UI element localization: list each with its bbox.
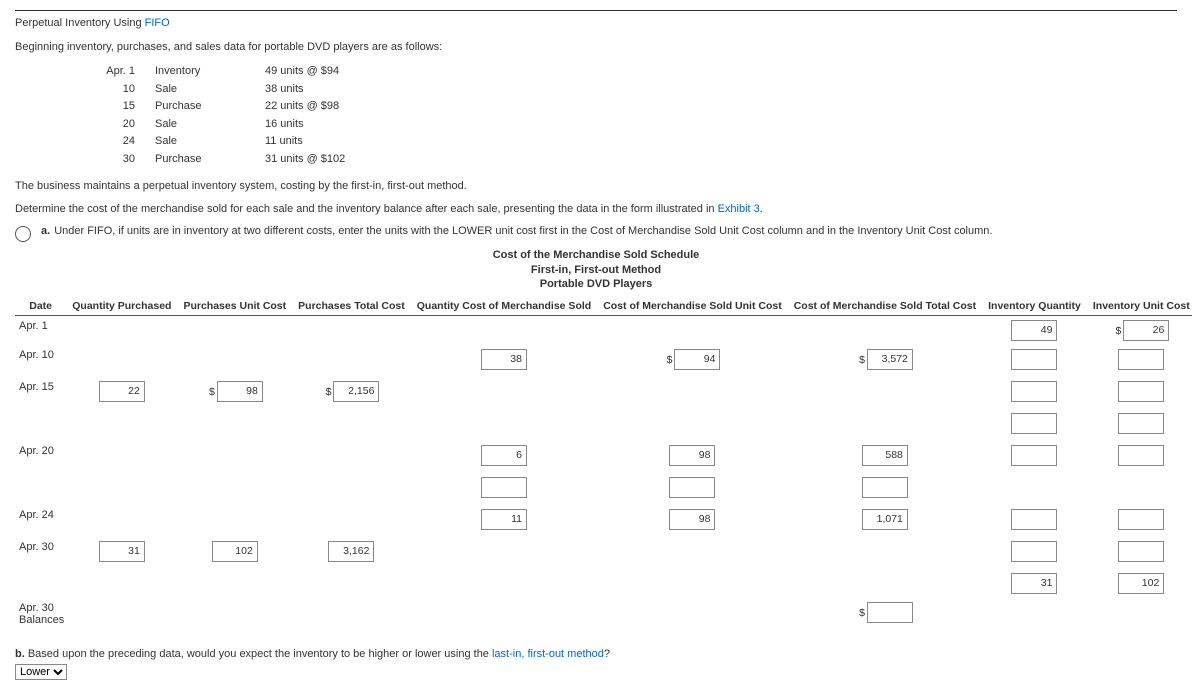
table-row: Apr. 30 Balances $ $ [15, 598, 1192, 630]
inv-uc-input[interactable]: 26 [1123, 320, 1169, 341]
check-circle-icon [15, 226, 31, 242]
inv-qty-input[interactable] [1011, 381, 1057, 402]
qp-input[interactable]: 31 [99, 541, 145, 562]
paragraph-2: Determine the cost of the merchandise so… [15, 202, 1177, 217]
lifo-link: last-in, first-out method [492, 648, 604, 660]
page-title: Perpetual Inventory Using FIFO [15, 17, 1177, 29]
table-row [15, 409, 1192, 441]
cms-tc-input[interactable]: 588 [862, 445, 908, 466]
inv-qty-input[interactable] [1011, 349, 1057, 370]
inv-qty-input[interactable] [1011, 413, 1057, 434]
inv-uc-input[interactable] [1118, 541, 1164, 562]
inv-uc-input[interactable] [1118, 413, 1164, 434]
table-row: 31 102 3,162 [15, 569, 1192, 598]
qcms-input[interactable] [481, 477, 527, 498]
cms-uc-input[interactable]: 98 [669, 445, 715, 466]
inv-uc-input[interactable] [1118, 509, 1164, 530]
table-row: Apr. 30 31 102 3,162 [15, 537, 1192, 569]
inv-uc-input[interactable] [1118, 381, 1164, 402]
given-data-table: Apr. 1Inventory49 units @ $94 10Sale38 u… [95, 63, 1177, 169]
table-row: Apr. 10 38 $94 $3,572 [15, 345, 1192, 377]
table-row: Apr. 15 22 $98 $2,156 [15, 377, 1192, 409]
inv-qty-input[interactable]: 49 [1011, 320, 1057, 341]
part-b: b. Based upon the preceding data, would … [15, 648, 1177, 680]
cms-uc-input[interactable] [669, 477, 715, 498]
cms-uc-input[interactable]: 94 [674, 349, 720, 370]
table-row [15, 473, 1192, 505]
p-tc-input[interactable]: 3,162 [328, 541, 374, 562]
inv-uc-input[interactable] [1118, 349, 1164, 370]
qcms-input[interactable]: 6 [481, 445, 527, 466]
inv-qty-input[interactable] [1011, 541, 1057, 562]
inv-qty-input[interactable]: 31 [1011, 573, 1057, 594]
intro-text: Beginning inventory, purchases, and sale… [15, 41, 1177, 53]
schedule-heading: Cost of the Merchandise Sold Schedule Fi… [15, 248, 1177, 291]
inv-uc-input[interactable]: 102 [1118, 573, 1164, 594]
inv-qty-input[interactable] [1011, 445, 1057, 466]
inv-uc-input[interactable] [1118, 445, 1164, 466]
exhibit-link[interactable]: Exhibit 3 [718, 203, 760, 215]
table-row: Apr. 1 49 $26 $1,274 [15, 316, 1192, 346]
paragraph-1: The business maintains a perpetual inven… [15, 179, 1177, 194]
qcms-input[interactable]: 11 [481, 509, 527, 530]
schedule-table: DateQuantity PurchasedPurchases Unit Cos… [15, 297, 1192, 630]
table-row: Apr. 20 6 98 588 [15, 441, 1192, 473]
qp-input[interactable]: 22 [99, 381, 145, 402]
cms-tc-total-input[interactable] [867, 602, 913, 623]
part-b-select[interactable]: Lower [15, 664, 67, 680]
qcms-input[interactable]: 38 [481, 349, 527, 370]
cms-tc-input[interactable] [862, 477, 908, 498]
cms-uc-input[interactable]: 98 [669, 509, 715, 530]
p-uc-input[interactable]: 98 [217, 381, 263, 402]
p-tc-input[interactable]: 2,156 [333, 381, 379, 402]
table-row: Apr. 24 11 98 1,071 [15, 505, 1192, 537]
inv-qty-input[interactable] [1011, 509, 1057, 530]
cms-tc-input[interactable]: 1,071 [862, 509, 908, 530]
part-a: a. Under FIFO, if units are in inventory… [15, 225, 1177, 242]
p-uc-input[interactable]: 102 [212, 541, 258, 562]
cms-tc-input[interactable]: 3,572 [867, 349, 913, 370]
fifo-link: FIFO [145, 17, 170, 29]
